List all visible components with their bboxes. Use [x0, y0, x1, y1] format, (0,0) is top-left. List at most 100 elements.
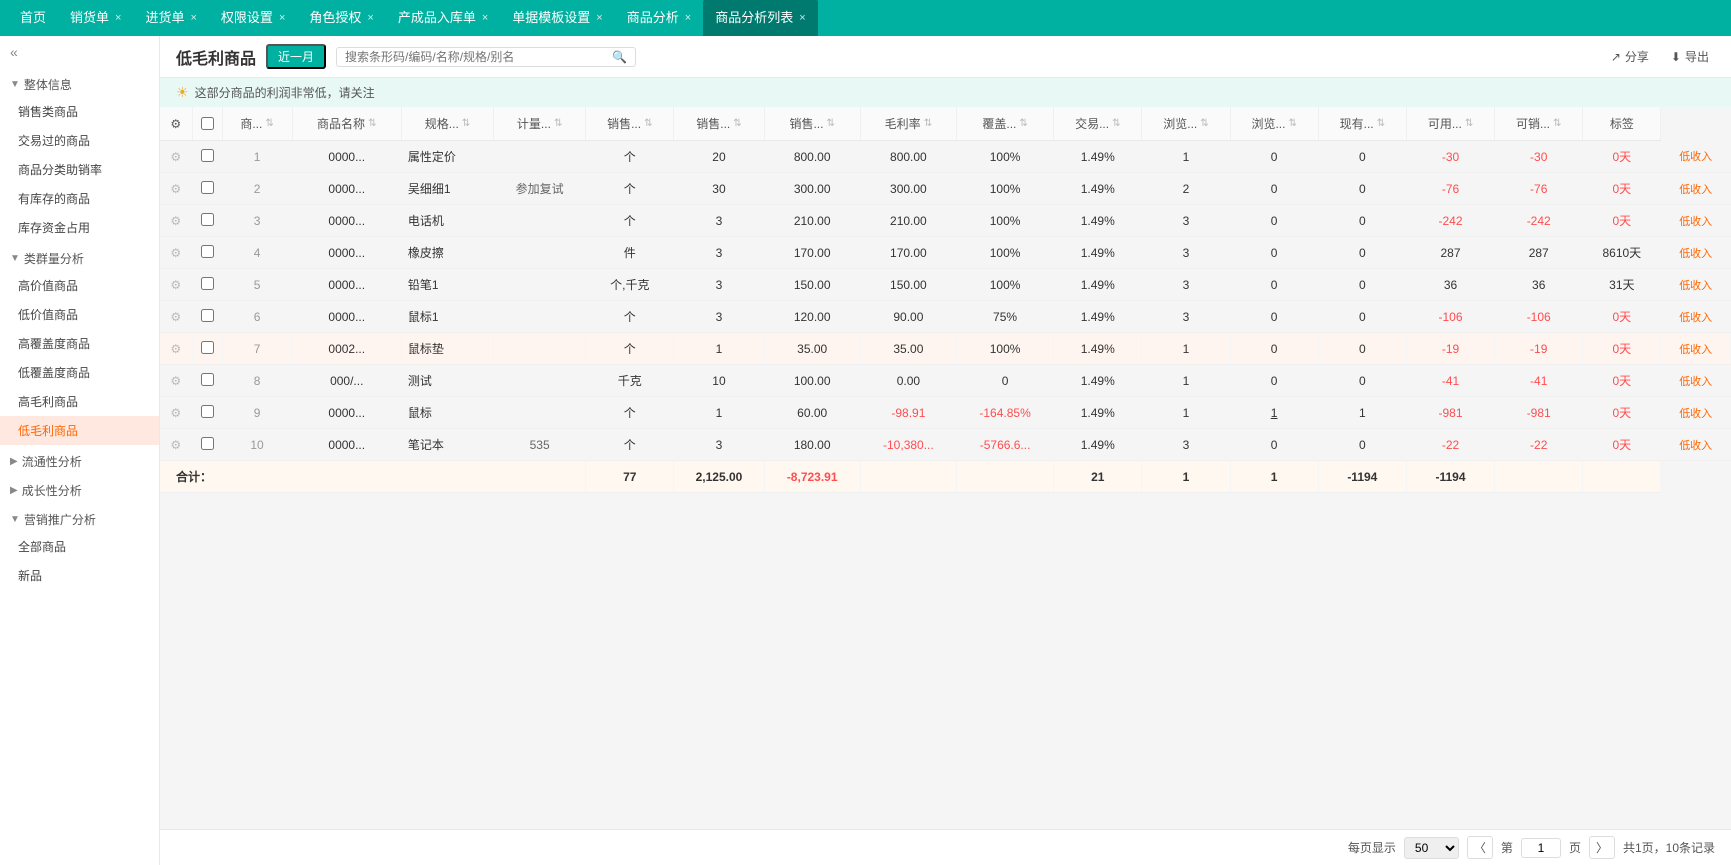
nav-product-analysis[interactable]: 商品分析 ×: [615, 0, 703, 36]
row-gross-rate: 100%: [956, 269, 1053, 301]
row-name[interactable]: 属性定价: [401, 141, 493, 173]
row-actions: ⚙: [160, 173, 192, 205]
th-available: 可用...⇅: [1406, 107, 1494, 141]
export-button[interactable]: ⬇ 导出: [1665, 46, 1715, 67]
row-checkbox[interactable]: [201, 309, 214, 322]
row-num: 9: [222, 397, 292, 429]
close-product-inbound-icon[interactable]: ×: [482, 0, 488, 36]
row-browse1[interactable]: 0: [1230, 141, 1318, 173]
row-name[interactable]: 鼠标: [401, 397, 493, 429]
row-browse1[interactable]: 0: [1230, 237, 1318, 269]
share-icon: ↗: [1611, 50, 1621, 64]
row-name[interactable]: 铅笔1: [401, 269, 493, 301]
row-checkbox[interactable]: [201, 405, 214, 418]
row-name[interactable]: 鼠标1: [401, 301, 493, 333]
nav-sales-order[interactable]: 销货单 ×: [58, 0, 133, 36]
row-checkbox[interactable]: [201, 277, 214, 290]
row-checkbox[interactable]: [201, 341, 214, 354]
date-filter-button[interactable]: 近一月: [266, 44, 326, 69]
close-product-analysis-icon[interactable]: ×: [685, 0, 691, 36]
sidebar-item-low-value[interactable]: 低价值商品: [0, 300, 159, 329]
nav-home[interactable]: 首页: [8, 0, 58, 36]
search-icon[interactable]: 🔍: [612, 50, 627, 64]
collapse-sidebar-button[interactable]: «: [10, 44, 18, 60]
row-name[interactable]: 测试: [401, 365, 493, 397]
row-code: 0000...: [292, 237, 401, 269]
sidebar-item-inventory-capital[interactable]: 库存资金占用: [0, 213, 159, 242]
nav-product-analysis-list[interactable]: 商品分析列表 ×: [703, 0, 817, 36]
row-checkbox-cell: [192, 365, 222, 397]
close-permission-icon[interactable]: ×: [279, 0, 285, 36]
row-browse1[interactable]: 0: [1230, 333, 1318, 365]
nav-product-inbound[interactable]: 产成品入库单 ×: [386, 0, 500, 36]
total-sales-amount: -8,723.91: [764, 461, 860, 493]
row-checkbox[interactable]: [201, 373, 214, 386]
row-current: -22: [1406, 429, 1494, 461]
sidebar-group-marketing: ▼ 营销推广分析: [0, 503, 159, 532]
close-role-auth-icon[interactable]: ×: [367, 0, 373, 36]
sidebar-group-overall: ▼ 整体信息: [0, 68, 159, 97]
row-current: -30: [1406, 141, 1494, 173]
sidebar-item-traded-products[interactable]: 交易过的商品: [0, 126, 159, 155]
row-name[interactable]: 电话机: [401, 205, 493, 237]
row-tag: 低收入: [1661, 141, 1731, 173]
row-sales-price: 170.00: [764, 237, 860, 269]
table-row: ⚙ 7 0002... 鼠标垫 个 1 35.00 35.00 100% 1.4…: [160, 333, 1731, 365]
row-saleable: 0天: [1583, 173, 1661, 205]
search-box: 🔍: [336, 47, 636, 67]
table-row: ⚙ 6 0000... 鼠标1 个 3 120.00 90.00 75% 1.4…: [160, 301, 1731, 333]
prev-page-button[interactable]: 〈: [1467, 836, 1493, 859]
row-browse1[interactable]: 0: [1230, 173, 1318, 205]
share-button[interactable]: ↗ 分享: [1605, 46, 1655, 67]
sidebar-item-high-margin[interactable]: 高毛利商品: [0, 387, 159, 416]
row-browse1[interactable]: 0: [1230, 301, 1318, 333]
row-checkbox-cell: [192, 333, 222, 365]
row-browse2: 0: [1318, 269, 1406, 301]
th-gross-rate: 毛利率⇅: [860, 107, 956, 141]
close-sales-order-icon[interactable]: ×: [115, 0, 121, 36]
close-template-icon[interactable]: ×: [596, 0, 602, 36]
row-code: 0000...: [292, 141, 401, 173]
close-purchase-order-icon[interactable]: ×: [190, 0, 196, 36]
nav-permission-settings[interactable]: 权限设置 ×: [209, 0, 297, 36]
page-number-input[interactable]: [1521, 838, 1561, 858]
close-product-analysis-list-icon[interactable]: ×: [799, 0, 805, 36]
content-area: 低毛利商品 近一月 🔍 ↗ 分享 ⬇ 导出 ☀ 这部分商品的利润非常低，请关注: [160, 36, 1731, 865]
sidebar-item-low-margin[interactable]: 低毛利商品: [0, 416, 159, 445]
row-name[interactable]: 橡皮擦: [401, 237, 493, 269]
row-name[interactable]: 吴细细1: [401, 173, 493, 205]
row-browse1[interactable]: 0: [1230, 429, 1318, 461]
sidebar-item-in-stock[interactable]: 有库存的商品: [0, 184, 159, 213]
row-checkbox[interactable]: [201, 213, 214, 226]
sidebar-item-sales-products[interactable]: 销售类商品: [0, 97, 159, 126]
page-size-select[interactable]: 50 100 200: [1404, 837, 1459, 859]
row-browse1[interactable]: 0: [1230, 205, 1318, 237]
search-input[interactable]: [345, 50, 612, 64]
sidebar-item-low-coverage[interactable]: 低覆盖度商品: [0, 358, 159, 387]
row-checkbox[interactable]: [201, 181, 214, 194]
row-browse1[interactable]: 1: [1230, 397, 1318, 429]
row-browse1[interactable]: 0: [1230, 365, 1318, 397]
row-code: 0000...: [292, 429, 401, 461]
row-checkbox[interactable]: [201, 245, 214, 258]
sidebar-item-category-rate[interactable]: 商品分类助销率: [0, 155, 159, 184]
row-sales-amount: 800.00: [860, 141, 956, 173]
nav-template-settings[interactable]: 单据模板设置 ×: [500, 0, 614, 36]
sidebar-item-new-products[interactable]: 新品: [0, 561, 159, 590]
sidebar-item-high-value[interactable]: 高价值商品: [0, 271, 159, 300]
row-sales-qty: 30: [674, 173, 764, 205]
row-num: 7: [222, 333, 292, 365]
sidebar-item-high-coverage[interactable]: 高覆盖度商品: [0, 329, 159, 358]
row-name[interactable]: 鼠标垫: [401, 333, 493, 365]
row-transaction: 1: [1142, 365, 1230, 397]
select-all-checkbox[interactable]: [201, 117, 214, 130]
row-name[interactable]: 笔记本: [401, 429, 493, 461]
nav-role-auth[interactable]: 角色授权 ×: [297, 0, 385, 36]
row-browse1[interactable]: 0: [1230, 269, 1318, 301]
th-tag: 标签: [1583, 107, 1661, 141]
nav-purchase-order[interactable]: 进货单 ×: [133, 0, 208, 36]
row-checkbox[interactable]: [201, 437, 214, 450]
row-checkbox[interactable]: [201, 149, 214, 162]
sidebar-item-all-products[interactable]: 全部商品: [0, 532, 159, 561]
next-page-button[interactable]: 〉: [1589, 836, 1615, 859]
